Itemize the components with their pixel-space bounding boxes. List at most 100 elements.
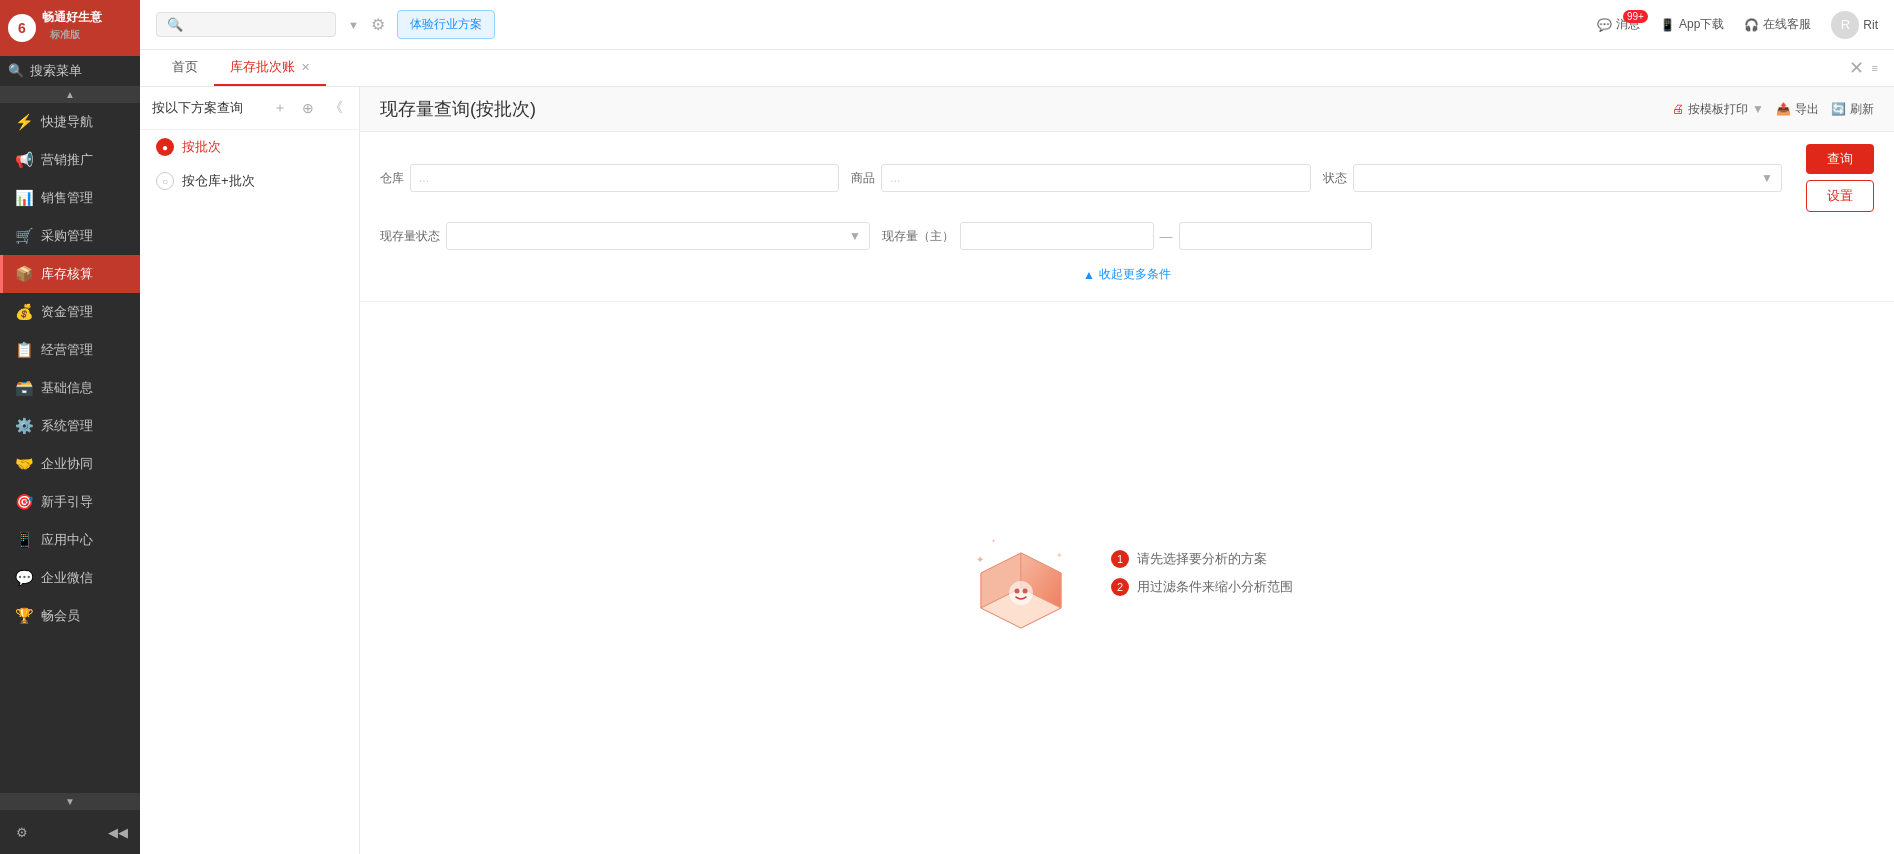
tab-bar: 首页 库存批次账 ✕ ✕ ≡: [140, 50, 1894, 87]
search-dropdown-icon[interactable]: ▼: [348, 19, 359, 31]
sidebar-item-app-center[interactable]: 📱 应用中心: [0, 521, 140, 559]
nav-item-label: 快捷导航: [41, 113, 93, 131]
sidebar-item-purchase[interactable]: 🛒 采购管理: [0, 217, 140, 255]
sidebar-item-basic[interactable]: 🗃️ 基础信息: [0, 369, 140, 407]
svg-point-4: [1009, 581, 1033, 605]
scheme-item-batch[interactable]: ● 按批次: [140, 130, 359, 164]
nav-item-label: 应用中心: [41, 531, 93, 549]
app-download-icon: 📱: [1660, 18, 1675, 32]
scheme-settings-btn[interactable]: ⊕: [297, 97, 319, 119]
nav-item-label: 销售管理: [41, 189, 93, 207]
tab-home-label: 首页: [172, 58, 198, 76]
inventory-qty-from[interactable]: [960, 222, 1154, 250]
export-btn[interactable]: 📤 导出: [1776, 101, 1819, 118]
tab-batch-account[interactable]: 库存批次账 ✕: [214, 50, 326, 86]
sidebar-item-sales[interactable]: 📊 销售管理: [0, 179, 140, 217]
tab-home[interactable]: 首页: [156, 50, 214, 86]
tab-close-btn[interactable]: ✕: [301, 62, 310, 73]
global-search[interactable]: 🔍: [156, 12, 336, 37]
sidebar-item-member[interactable]: 🏆 畅会员: [0, 597, 140, 635]
app-download-action[interactable]: 📱 App下载: [1660, 16, 1724, 33]
sidebar-item-inventory[interactable]: 📦 库存核算: [0, 255, 140, 293]
enterprise-icon: 🤝: [15, 455, 33, 473]
experience-btn[interactable]: 体验行业方案: [397, 10, 495, 39]
search-input[interactable]: [187, 18, 307, 32]
collapse-sidebar-btn[interactable]: ◀◀: [104, 818, 132, 846]
warehouse-input[interactable]: ...: [410, 164, 839, 192]
inventory-status-select[interactable]: ▼: [446, 222, 870, 250]
left-panel-header: 按以下方案查询 ＋ ⊕ 《: [140, 87, 359, 130]
sidebar-item-finance[interactable]: 💰 资金管理: [0, 293, 140, 331]
filter-actions: 查询 设置: [1806, 144, 1874, 212]
print-dropdown-icon[interactable]: ▼: [1752, 102, 1764, 116]
page-title-bar: 现存量查询(按批次) 🖨 按模板打印 ▼ 📤 导出 🔄 刷新: [360, 87, 1894, 132]
filter-row-2: 现存量状态 ▼ 现存量（主） —: [380, 222, 1874, 250]
scroll-down-btn[interactable]: ▼: [0, 793, 140, 809]
top-header: 🔍 ▼ ⚙ 体验行业方案 💬 消息 99+ 📱 App下载 🎧 在线客服 R: [140, 0, 1894, 50]
collapse-left-btn[interactable]: 《: [325, 97, 347, 119]
message-action[interactable]: 💬 消息 99+: [1597, 16, 1640, 33]
message-badge: 99+: [1623, 10, 1648, 23]
right-panel: 现存量查询(按批次) 🖨 按模板打印 ▼ 📤 导出 🔄 刷新: [360, 87, 1894, 854]
print-btn[interactable]: 🖨 按模板打印 ▼: [1672, 101, 1764, 118]
collapse-more-btn[interactable]: ▲ 收起更多条件: [380, 260, 1874, 289]
scroll-up-btn[interactable]: ▲: [0, 87, 140, 103]
nav-item-label: 资金管理: [41, 303, 93, 321]
page-title: 现存量查询(按批次): [380, 97, 536, 121]
nav-item-label: 畅会员: [41, 607, 80, 625]
header-settings-icon[interactable]: ⚙: [371, 15, 385, 34]
left-panel: 按以下方案查询 ＋ ⊕ 《 ● 按批次 ○ 按仓库+批次: [140, 87, 360, 854]
query-btn[interactable]: 查询: [1806, 144, 1874, 174]
scheme-dot-active: ●: [156, 138, 174, 156]
message-icon: 💬: [1597, 18, 1612, 32]
inventory-qty-to[interactable]: [1179, 222, 1373, 250]
collapse-icon: ▲: [1083, 268, 1095, 282]
product-label: 商品: [851, 170, 875, 187]
user-profile[interactable]: R Rit: [1831, 11, 1878, 39]
operations-icon: 📋: [15, 341, 33, 359]
empty-illustration: ✦ ✦ ✦: [961, 518, 1081, 638]
user-avatar-initial: R: [1841, 17, 1850, 32]
app-edition: 标准版: [42, 26, 102, 46]
sidebar-item-operations[interactable]: 📋 经营管理: [0, 331, 140, 369]
svg-point-5: [1015, 589, 1020, 594]
sidebar-item-system[interactable]: ⚙️ 系统管理: [0, 407, 140, 445]
inventory-status-arrow: ▼: [849, 229, 861, 243]
marketing-icon: 📢: [15, 151, 33, 169]
sidebar-item-enterprise-wechat[interactable]: 💬 企业微信: [0, 559, 140, 597]
product-input[interactable]: ...: [881, 164, 1310, 192]
sidebar-item-enterprise[interactable]: 🤝 企业协同: [0, 445, 140, 483]
settings-footer-btn[interactable]: ⚙: [8, 818, 36, 846]
inventory-status-filter: 现存量状态 ▼: [380, 222, 870, 250]
system-icon: ⚙️: [15, 417, 33, 435]
warehouse-placeholder: ...: [419, 171, 429, 185]
add-scheme-btn[interactable]: ＋: [269, 97, 291, 119]
nav-item-label: 企业协同: [41, 455, 93, 473]
filter-area: 仓库 ... 商品 ... 状态: [360, 132, 1894, 302]
app-download-label: App下载: [1679, 16, 1724, 33]
left-panel-title: 按以下方案查询: [152, 99, 243, 117]
refresh-btn[interactable]: 🔄 刷新: [1831, 101, 1874, 118]
customer-service-action[interactable]: 🎧 在线客服: [1744, 16, 1811, 33]
content-area: 按以下方案查询 ＋ ⊕ 《 ● 按批次 ○ 按仓库+批次 现存量查询(按批次): [140, 87, 1894, 854]
product-filter: 商品 ...: [851, 164, 1310, 192]
scheme-item-warehouse-batch[interactable]: ○ 按仓库+批次: [140, 164, 359, 198]
filter-settings-btn[interactable]: 设置: [1806, 180, 1874, 212]
status-select[interactable]: ▼: [1353, 164, 1782, 192]
scheme-label-batch: 按批次: [182, 138, 221, 156]
print-icon: 🖨: [1672, 102, 1684, 116]
close-label: ≡: [1872, 62, 1878, 74]
new-guide-icon: 🎯: [15, 493, 33, 511]
headset-icon: 🎧: [1744, 18, 1759, 32]
title-actions: 🖨 按模板打印 ▼ 📤 导出 🔄 刷新: [1672, 101, 1874, 118]
svg-text:✦: ✦: [1056, 551, 1063, 560]
qty-dash: —: [1160, 229, 1173, 244]
sidebar-item-new-guide[interactable]: 🎯 新手引导: [0, 483, 140, 521]
app-logo: 6: [8, 14, 36, 42]
sidebar-item-quick-nav[interactable]: ⚡ 快捷导航: [0, 103, 140, 141]
product-placeholder: ...: [890, 171, 900, 185]
search-menu-item[interactable]: 🔍 搜索菜单: [0, 56, 140, 87]
sidebar-item-marketing[interactable]: 📢 营销推广: [0, 141, 140, 179]
page-close-btn[interactable]: ✕ ≡: [1849, 57, 1878, 79]
refresh-icon: 🔄: [1831, 102, 1846, 116]
